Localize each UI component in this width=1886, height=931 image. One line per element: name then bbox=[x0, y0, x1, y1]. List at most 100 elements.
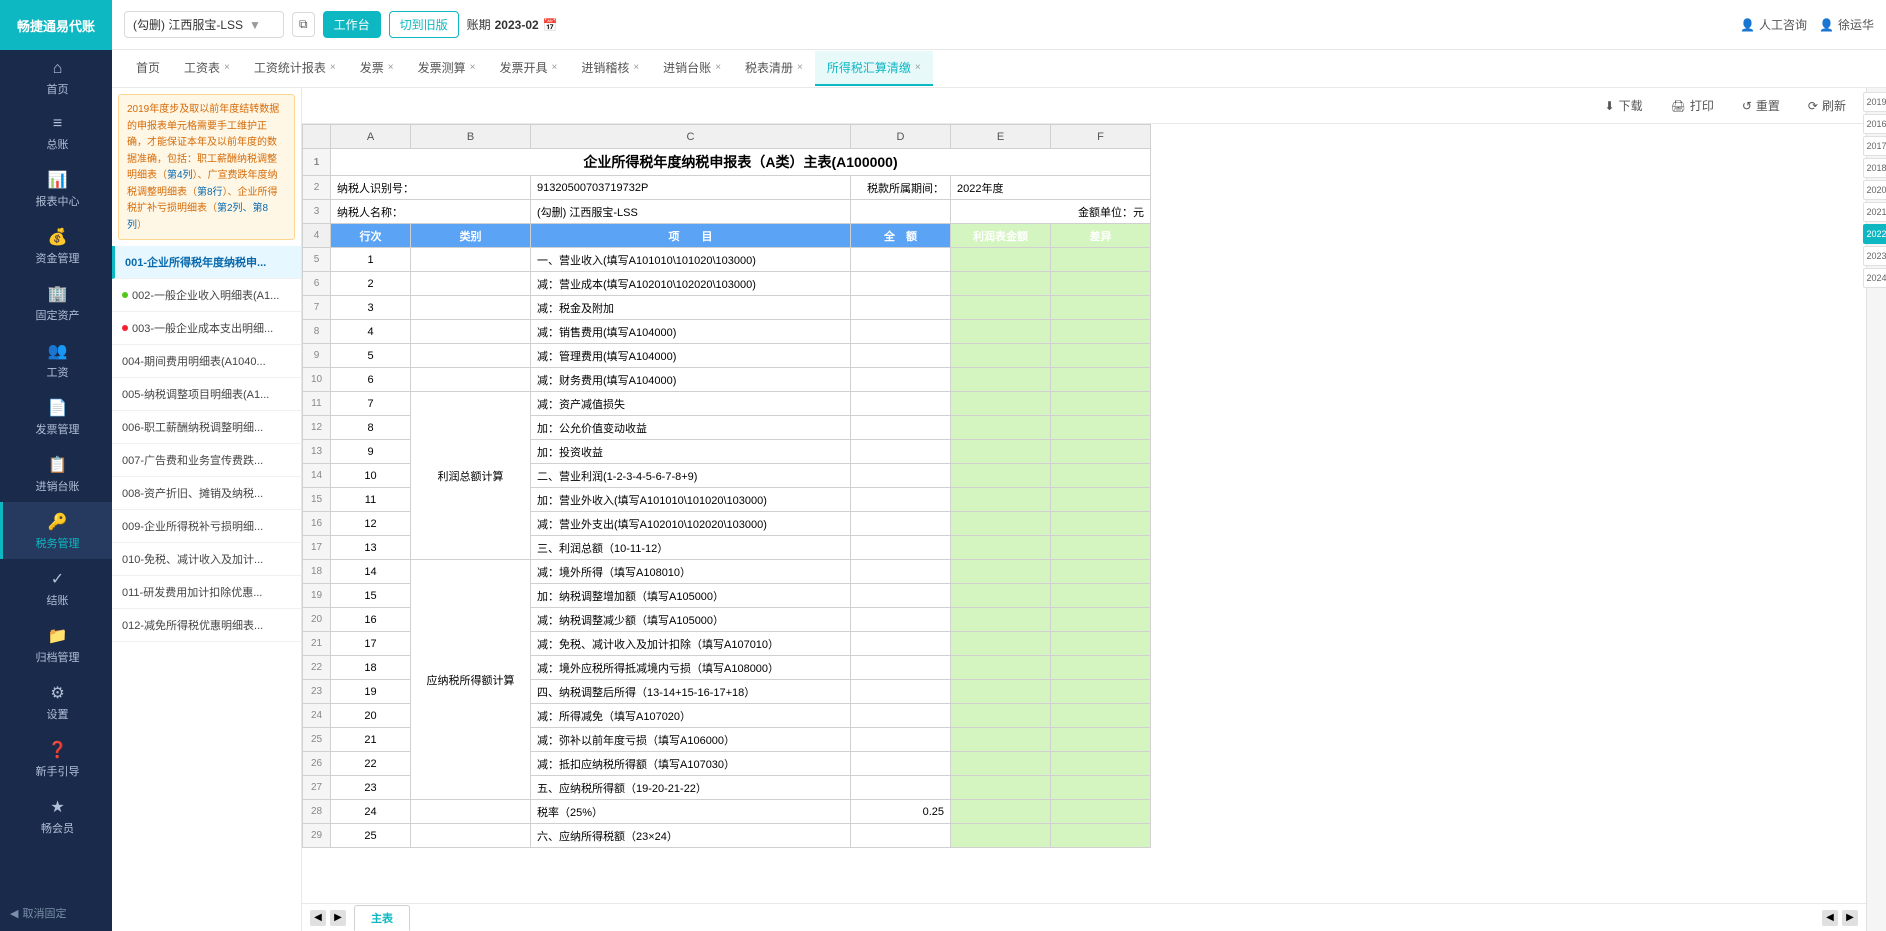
list-item-006[interactable]: 006-职工薪酬纳税调整明细... bbox=[112, 411, 301, 444]
year-2019[interactable]: 2019 bbox=[1863, 92, 1886, 112]
sidebar-item-funds[interactable]: 💰 资金管理 bbox=[0, 217, 112, 274]
list-item-002[interactable]: 002-一般企业收入明细表(A1... bbox=[112, 279, 301, 312]
sidebar-item-settings[interactable]: ⚙ 设置 bbox=[0, 673, 112, 730]
list-item-001[interactable]: 001-企业所得税年度纳税申... bbox=[112, 246, 301, 279]
settings-icon: ⚙ bbox=[50, 683, 64, 703]
tab-tax-list[interactable]: 税表清册 × bbox=[733, 51, 815, 86]
sidebar-item-assets[interactable]: 🏢 固定资产 bbox=[0, 274, 112, 331]
list-item-label: 005-纳税调整项目明细表(A1... bbox=[122, 386, 269, 402]
tab-payroll-stats[interactable]: 工资统计报表 × bbox=[242, 51, 348, 86]
warning-link3[interactable]: 第2列、第8列 bbox=[127, 203, 268, 231]
tab-payroll-stats-close[interactable]: × bbox=[330, 62, 336, 73]
title-row: 1 企业所得税年度纳税申报表（A类）主表(A100000) bbox=[303, 149, 1151, 176]
table-row: 7 3 减：税金及附加 bbox=[303, 296, 1151, 320]
download-label: 下载 bbox=[1619, 97, 1643, 114]
year-2020[interactable]: 2020 bbox=[1863, 180, 1886, 200]
sidebar-item-sales-ledger[interactable]: 📋 进销台账 bbox=[0, 445, 112, 502]
sidebar-item-ledger[interactable]: ≡ 总账 bbox=[0, 105, 112, 160]
sidebar-item-tax[interactable]: 🔑 税务管理 bbox=[0, 502, 112, 559]
sidebar-item-vip[interactable]: ★ 畅会员 bbox=[0, 787, 112, 844]
year-2018[interactable]: 2018 bbox=[1863, 158, 1886, 178]
tab-invoice-calc-close[interactable]: × bbox=[470, 62, 476, 73]
year-2022[interactable]: 2022 bbox=[1863, 224, 1886, 244]
year-2016[interactable]: 2016 bbox=[1863, 114, 1886, 134]
user-profile[interactable]: 👤 徐运华 bbox=[1819, 16, 1874, 33]
sidebar-item-guide[interactable]: ❓ 新手引导 bbox=[0, 730, 112, 787]
table-row: 10 6 减：财务费用(填写A104000) bbox=[303, 368, 1151, 392]
col-header-D: D bbox=[851, 125, 951, 149]
ai-consult[interactable]: 👤 人工咨询 bbox=[1740, 16, 1807, 33]
vip-icon: ★ bbox=[50, 797, 64, 817]
workbench-button[interactable]: 工作台 bbox=[323, 11, 381, 38]
list-item-003[interactable]: 003-一般企业成本支出明细... bbox=[112, 312, 301, 345]
tab-invoice-issue-close[interactable]: × bbox=[551, 62, 557, 73]
row-num-2: 2 bbox=[303, 176, 331, 200]
tab-sales-check-label: 进销稽核 bbox=[581, 59, 629, 76]
reset-button[interactable]: ↺ 重置 bbox=[1734, 94, 1788, 117]
list-item-label: 007-广告费和业务宣传费跌... bbox=[122, 452, 263, 468]
left-panel: 2019年度步及取以前年度结转数据的申报表单元格需要手工维护正确，才能保证本年及… bbox=[112, 88, 302, 931]
list-item-012[interactable]: 012-减免所得税优惠明细表... bbox=[112, 609, 301, 642]
company-selector[interactable]: (勾删) 江西服宝-LSS ▼ bbox=[124, 11, 284, 38]
sheet-wrapper[interactable]: A B C D E F 1 企业所 bbox=[302, 124, 1866, 903]
tab-payroll[interactable]: 工资表 × bbox=[172, 51, 242, 86]
sheet-nav-prev[interactable]: ◀ bbox=[310, 910, 326, 926]
sidebar-item-reports[interactable]: 📊 报表中心 bbox=[0, 160, 112, 217]
list-item-005[interactable]: 005-纳税调整项目明细表(A1... bbox=[112, 378, 301, 411]
list-item-011[interactable]: 011-研发费用加计扣除优惠... bbox=[112, 576, 301, 609]
form-list: 001-企业所得税年度纳税申... 002-一般企业收入明细表(A1... 00… bbox=[112, 246, 301, 931]
sidebar-item-closing[interactable]: ✓ 结账 bbox=[0, 559, 112, 616]
reset-icon: ↺ bbox=[1742, 99, 1752, 113]
print-button[interactable]: 🖨 打印 bbox=[1663, 94, 1722, 117]
refresh-button[interactable]: ⟳ 刷新 bbox=[1800, 94, 1854, 117]
list-item-008[interactable]: 008-资产折旧、摊销及纳税... bbox=[112, 477, 301, 510]
sheet-nav-next[interactable]: ▶ bbox=[330, 910, 346, 926]
sidebar-item-archive[interactable]: 📁 归档管理 bbox=[0, 616, 112, 673]
tab-sales-ledger[interactable]: 进销台账 × bbox=[651, 51, 733, 86]
tab-sales-check-close[interactable]: × bbox=[633, 62, 639, 73]
sidebar-item-label: 新手引导 bbox=[36, 763, 80, 779]
year-2021[interactable]: 2021 bbox=[1863, 202, 1886, 222]
sidebar-item-payroll[interactable]: 👥 工资 bbox=[0, 331, 112, 388]
download-button[interactable]: ⬇ 下载 bbox=[1597, 94, 1651, 117]
taxpayer-id-value: 91320500703719732P bbox=[531, 176, 851, 200]
calendar-icon[interactable]: 📅 bbox=[543, 18, 558, 32]
scroll-left-btn[interactable]: ◀ bbox=[1822, 910, 1838, 926]
warning-link1[interactable]: 第4列 bbox=[167, 170, 193, 181]
sales-ledger-icon: 📋 bbox=[48, 455, 68, 475]
list-item-010[interactable]: 010-免税、减计收入及加计... bbox=[112, 543, 301, 576]
sidebar-pin-toggle[interactable]: ◀ 取消固定 bbox=[0, 895, 112, 931]
tab-sales-ledger-close[interactable]: × bbox=[715, 62, 721, 73]
tab-payroll-close[interactable]: × bbox=[224, 62, 230, 73]
tab-income-tax[interactable]: 所得税汇算清缴 × bbox=[815, 51, 933, 86]
tab-invoice-calc[interactable]: 发票测算 × bbox=[406, 51, 488, 86]
user-icon: 👤 bbox=[1819, 18, 1834, 32]
tab-tax-list-close[interactable]: × bbox=[797, 62, 803, 73]
copy-button[interactable]: ⧉ bbox=[292, 12, 315, 37]
reset-label: 重置 bbox=[1756, 97, 1780, 114]
list-item-004[interactable]: 004-期间费用明细表(A1040... bbox=[112, 345, 301, 378]
table-row: 29 25 六、应纳所得税额（23×24） bbox=[303, 824, 1151, 848]
year-2023[interactable]: 2023 bbox=[1863, 246, 1886, 266]
sheet-tab-main[interactable]: 主表 bbox=[354, 905, 410, 931]
sheet-footer: ◀ ▶ 主表 ◀ ▶ bbox=[302, 903, 1866, 931]
taxpayer-name-value: (勾删) 江西服宝-LSS bbox=[531, 200, 851, 224]
tab-invoice[interactable]: 发票 × bbox=[348, 51, 406, 86]
scroll-right-btn[interactable]: ▶ bbox=[1842, 910, 1858, 926]
tab-invoice-close[interactable]: × bbox=[388, 62, 394, 73]
list-item-007[interactable]: 007-广告费和业务宣传费跌... bbox=[112, 444, 301, 477]
tab-home[interactable]: 首页 bbox=[124, 51, 172, 86]
year-2024[interactable]: 2024 bbox=[1863, 268, 1886, 288]
sidebar-item-home[interactable]: ⌂ 首页 bbox=[0, 50, 112, 105]
tab-sales-check[interactable]: 进销稽核 × bbox=[569, 51, 651, 86]
year-2017[interactable]: 2017 bbox=[1863, 136, 1886, 156]
warning-link2[interactable]: 第8行 bbox=[197, 187, 223, 198]
year-scroll-panel: 2019 2016 2017 2018 2020 2021 2022 2023 … bbox=[1866, 88, 1886, 931]
tab-income-tax-close[interactable]: × bbox=[915, 62, 921, 73]
app-logo: 畅捷通易代账 bbox=[0, 0, 112, 50]
switch-old-button[interactable]: 切到旧版 bbox=[389, 11, 459, 38]
col-label-lineno: 行次 bbox=[331, 224, 411, 248]
sidebar-item-invoice[interactable]: 📄 发票管理 bbox=[0, 388, 112, 445]
list-item-009[interactable]: 009-企业所得税补亏损明细... bbox=[112, 510, 301, 543]
tab-invoice-issue[interactable]: 发票开具 × bbox=[487, 51, 569, 86]
